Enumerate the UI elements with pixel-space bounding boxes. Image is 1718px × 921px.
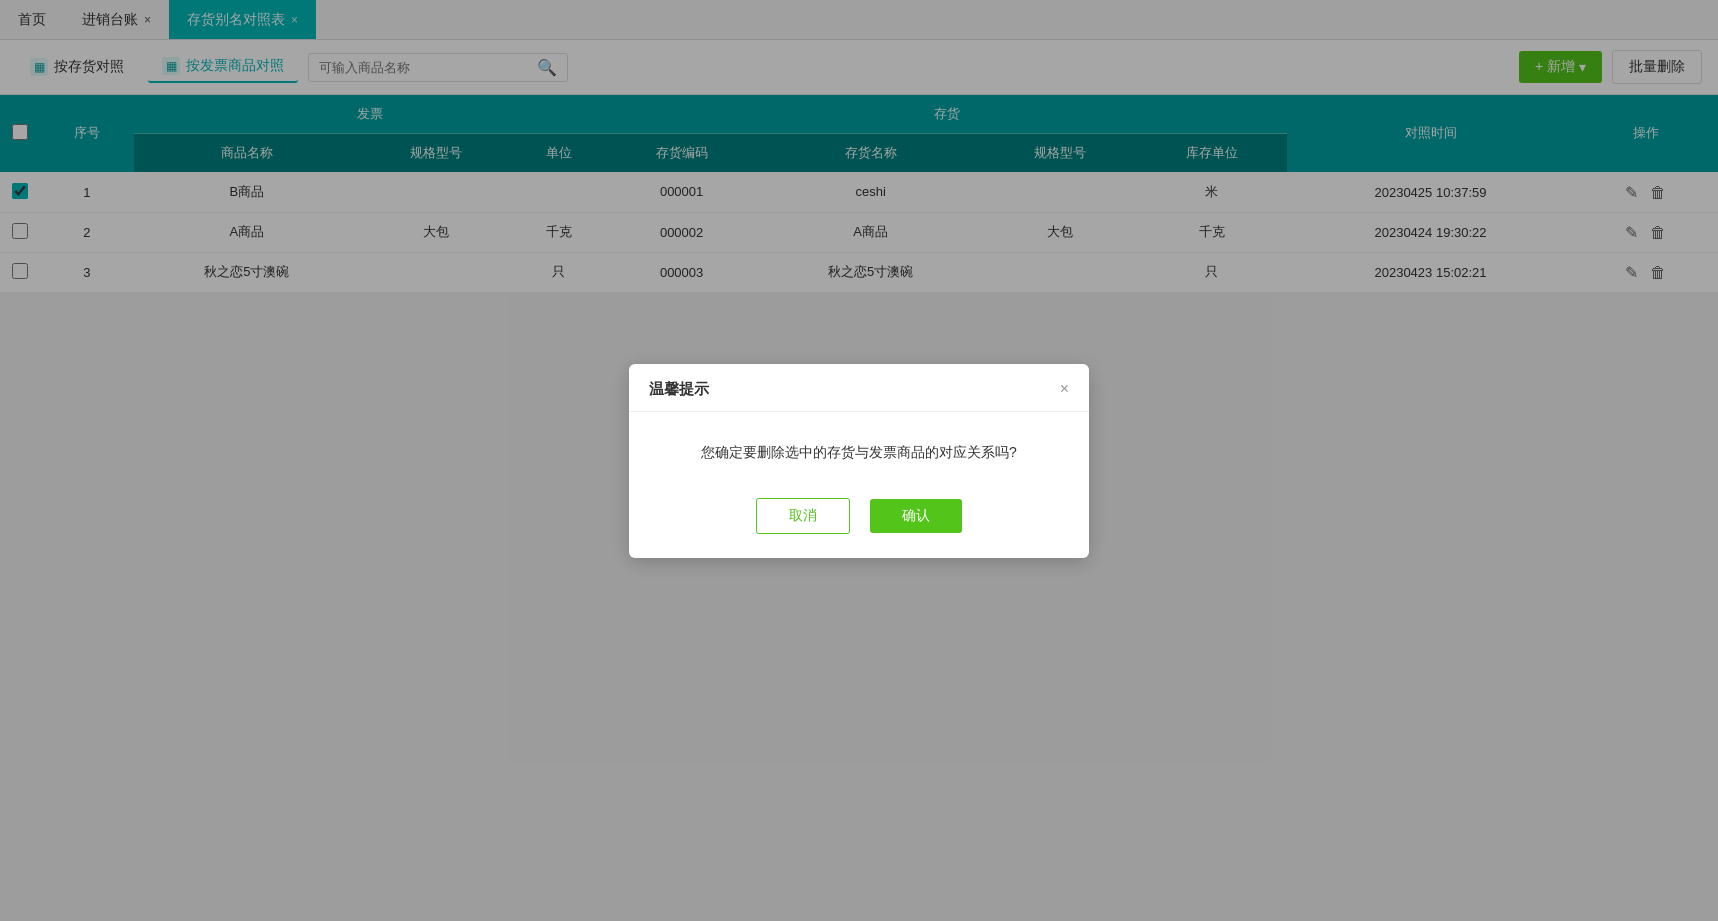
modal-overlay: 温馨提示 × 您确定要删除选中的存货与发票商品的对应关系吗? 取消 确认	[0, 0, 1718, 293]
